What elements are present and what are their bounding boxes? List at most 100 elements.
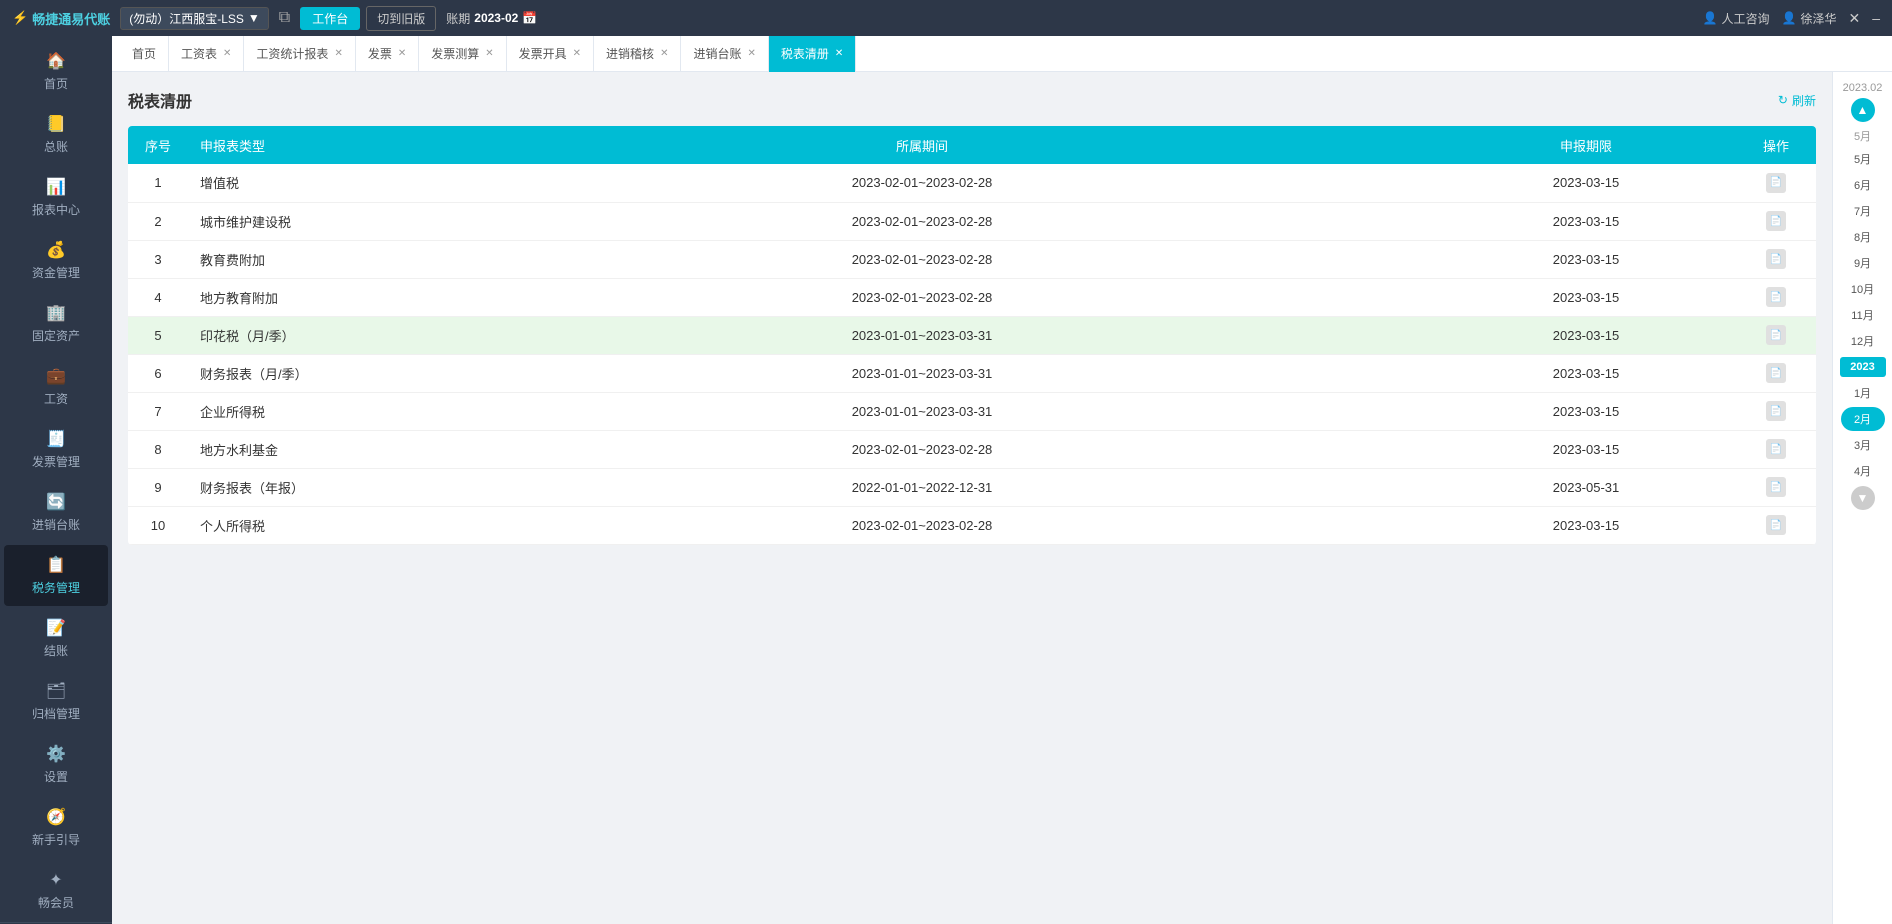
cell-period: 2023-02-01~2023-02-28 bbox=[408, 278, 1436, 316]
tab-close-inout-ledger[interactable]: ✕ bbox=[747, 48, 755, 59]
tab-close-salary-report[interactable]: ✕ bbox=[334, 48, 342, 59]
calendar-icon[interactable]: 📅 bbox=[522, 11, 537, 25]
action-btn[interactable]: 📄 bbox=[1766, 439, 1786, 459]
asset-icon: 🏢 bbox=[46, 303, 66, 323]
table-row: 4 地方教育附加 2023-02-01~2023-02-28 2023-03-1… bbox=[128, 278, 1816, 316]
sidebar-item-vip[interactable]: ✦ 畅会员 bbox=[4, 860, 108, 921]
cell-seq: 1 bbox=[128, 164, 188, 202]
sidebar-item-settings[interactable]: ⚙️ 设置 bbox=[4, 734, 108, 795]
minimize-icon[interactable]: – bbox=[1872, 10, 1880, 26]
timeline-month-6[interactable]: 6月 bbox=[1841, 173, 1885, 197]
timeline-year-2023[interactable]: 2023 bbox=[1840, 357, 1886, 377]
sidebar-item-home[interactable]: 🏠 首页 bbox=[4, 41, 108, 102]
cell-period: 2023-02-01~2023-02-28 bbox=[408, 430, 1436, 468]
tab-close-salary[interactable]: ✕ bbox=[223, 48, 231, 59]
tab-invoice[interactable]: 发票 ✕ bbox=[356, 36, 419, 72]
timeline-down-nav[interactable]: ▼ bbox=[1851, 486, 1875, 510]
sidebar-item-guide[interactable]: 🧭 新手引导 bbox=[4, 797, 108, 858]
tab-close-inout-check[interactable]: ✕ bbox=[660, 48, 668, 59]
sidebar-item-ledger[interactable]: 📒 总账 bbox=[4, 104, 108, 165]
user-item[interactable]: 👤 徐泽华 bbox=[1782, 10, 1837, 27]
copy-icon[interactable]: ⧉ bbox=[279, 9, 290, 27]
tab-invoice-open[interactable]: 发票开具 ✕ bbox=[507, 36, 594, 72]
tab-close-invoice[interactable]: ✕ bbox=[398, 48, 406, 59]
col-header-period: 所属期间 bbox=[408, 126, 1436, 164]
timeline-month-3[interactable]: 3月 bbox=[1841, 433, 1885, 457]
tab-salary[interactable]: 工资表 ✕ bbox=[169, 36, 244, 72]
salary-icon: 💼 bbox=[46, 366, 66, 386]
sidebar: 🏠 首页 📒 总账 📊 报表中心 💰 资金管理 🏢 固定资产 💼 工资 🧾 发票… bbox=[0, 36, 112, 924]
timeline-month-8[interactable]: 8月 bbox=[1841, 225, 1885, 249]
timeline-month-2-active[interactable]: 2月 bbox=[1841, 407, 1885, 431]
timeline-month-5[interactable]: 5月 bbox=[1841, 147, 1885, 171]
cell-action: 📄 bbox=[1736, 468, 1816, 506]
timeline-month-1[interactable]: 1月 bbox=[1841, 381, 1885, 405]
table-row: 7 企业所得税 2023-01-01~2023-03-31 2023-03-15… bbox=[128, 392, 1816, 430]
timeline-month-10[interactable]: 10月 bbox=[1841, 277, 1885, 301]
cell-period: 2023-01-01~2023-03-31 bbox=[408, 392, 1436, 430]
timeline-month-9[interactable]: 9月 bbox=[1841, 251, 1885, 275]
tab-home[interactable]: 首页 bbox=[120, 36, 169, 72]
tab-inout-check[interactable]: 进销稽核 ✕ bbox=[594, 36, 681, 72]
action-btn[interactable]: 📄 bbox=[1766, 211, 1786, 231]
sidebar-item-invoice[interactable]: 🧾 发票管理 bbox=[4, 419, 108, 480]
col-header-type: 申报表类型 bbox=[188, 126, 408, 164]
timeline-up-nav[interactable]: ▲ bbox=[1851, 98, 1875, 122]
timeline-month-12[interactable]: 12月 bbox=[1841, 329, 1885, 353]
sidebar-item-settle[interactable]: 📝 结账 bbox=[4, 608, 108, 669]
sidebar-item-archive[interactable]: 🗂 归档管理 bbox=[4, 671, 108, 732]
tab-inout-ledger[interactable]: 进销台账 ✕ bbox=[681, 36, 768, 72]
inout-icon: 🔄 bbox=[46, 492, 66, 512]
workspace-button[interactable]: 工作台 bbox=[300, 7, 360, 30]
sidebar-item-asset[interactable]: 🏢 固定资产 bbox=[4, 293, 108, 354]
action-btn[interactable]: 📄 bbox=[1766, 401, 1786, 421]
content-area: 首页 工资表 ✕ 工资统计报表 ✕ 发票 ✕ 发票测算 ✕ 发票开具 ✕ bbox=[112, 36, 1892, 924]
sidebar-item-fund[interactable]: 💰 资金管理 bbox=[4, 230, 108, 291]
cell-action: 📄 bbox=[1736, 202, 1816, 240]
tab-bar: 首页 工资表 ✕ 工资统计报表 ✕ 发票 ✕ 发票测算 ✕ 发票开具 ✕ bbox=[112, 36, 1892, 72]
action-btn[interactable]: 📄 bbox=[1766, 515, 1786, 535]
cell-type: 城市维护建设税 bbox=[188, 202, 408, 240]
table-row: 8 地方水利基金 2023-02-01~2023-02-28 2023-03-1… bbox=[128, 430, 1816, 468]
company-selector[interactable]: (勿动）江西服宝-LSS ▼ bbox=[120, 7, 269, 30]
guide-icon: 🧭 bbox=[46, 807, 66, 827]
cell-period: 2022-01-01~2022-12-31 bbox=[408, 468, 1436, 506]
close-icon[interactable]: ✕ bbox=[1848, 10, 1860, 27]
cell-seq: 2 bbox=[128, 202, 188, 240]
page-title: 税表清册 bbox=[128, 88, 192, 112]
cell-type: 企业所得税 bbox=[188, 392, 408, 430]
refresh-button[interactable]: ↻ 刷新 bbox=[1778, 92, 1816, 109]
action-btn[interactable]: 📄 bbox=[1766, 325, 1786, 345]
sidebar-item-inout[interactable]: 🔄 进销台账 bbox=[4, 482, 108, 543]
tab-salary-report[interactable]: 工资统计报表 ✕ bbox=[244, 36, 355, 72]
sidebar-item-salary[interactable]: 💼 工资 bbox=[4, 356, 108, 417]
table-header-row: 序号 申报表类型 所属期间 申报期限 操作 bbox=[128, 126, 1816, 164]
action-btn[interactable]: 📄 bbox=[1766, 173, 1786, 193]
timeline-month-4[interactable]: 4月 bbox=[1841, 459, 1885, 483]
timeline-month-11[interactable]: 11月 bbox=[1841, 303, 1885, 327]
action-btn[interactable]: 📄 bbox=[1766, 287, 1786, 307]
sidebar-item-tax[interactable]: 📋 税务管理 bbox=[4, 545, 108, 606]
table-row: 6 财务报表（月/季） 2023-01-01~2023-03-31 2023-0… bbox=[128, 354, 1816, 392]
home-icon: 🏠 bbox=[46, 51, 66, 71]
help-item[interactable]: 👤 人工咨询 bbox=[1703, 10, 1770, 27]
cell-period: 2023-02-01~2023-02-28 bbox=[408, 202, 1436, 240]
cell-seq: 4 bbox=[128, 278, 188, 316]
sidebar-item-report[interactable]: 📊 报表中心 bbox=[4, 167, 108, 228]
tab-close-invoice-calc[interactable]: ✕ bbox=[485, 48, 493, 59]
tab-close-tax-clear[interactable]: ✕ bbox=[835, 48, 843, 59]
tab-invoice-calc[interactable]: 发票测算 ✕ bbox=[419, 36, 506, 72]
help-icon: 👤 bbox=[1703, 11, 1718, 25]
fund-icon: 💰 bbox=[46, 240, 66, 260]
timeline-header: 2023.02 bbox=[1843, 82, 1883, 94]
refresh-icon: ↻ bbox=[1778, 93, 1788, 107]
timeline-month-7[interactable]: 7月 bbox=[1841, 199, 1885, 223]
tab-tax-clear[interactable]: 税表清册 ✕ bbox=[769, 36, 856, 72]
action-btn[interactable]: 📄 bbox=[1766, 249, 1786, 269]
oldver-button[interactable]: 切到旧版 bbox=[366, 6, 436, 31]
action-btn[interactable]: 📄 bbox=[1766, 477, 1786, 497]
action-btn[interactable]: 📄 bbox=[1766, 363, 1786, 383]
report-icon: 📊 bbox=[46, 177, 66, 197]
invoice-icon: 🧾 bbox=[46, 429, 66, 449]
tab-close-invoice-open[interactable]: ✕ bbox=[573, 48, 581, 59]
